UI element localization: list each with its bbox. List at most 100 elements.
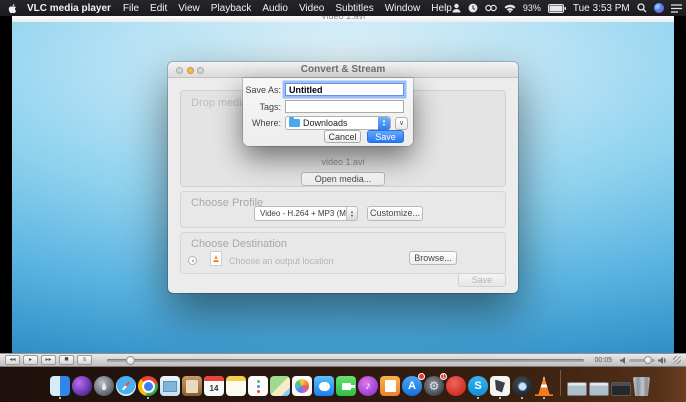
dock-item-finder[interactable]: [50, 376, 70, 399]
siri-icon[interactable]: [654, 3, 664, 13]
volume-knob[interactable]: [644, 356, 652, 364]
dock-item-photos[interactable]: [292, 376, 312, 399]
battery-icon[interactable]: [548, 4, 566, 13]
text-app-running-indicator: [499, 397, 501, 399]
preview-icon: [160, 376, 180, 396]
menu-view[interactable]: View: [178, 3, 200, 14]
dock-item-chrome[interactable]: [138, 376, 158, 399]
dock-item-window-2[interactable]: [589, 382, 609, 399]
tags-input[interactable]: [285, 100, 404, 113]
status-icons: 93% Tue 3:53 PM: [452, 3, 682, 14]
stop-button[interactable]: ■: [59, 355, 74, 365]
convert-window-title-bar[interactable]: Convert & Stream: [168, 62, 518, 78]
dock-item-vlc[interactable]: [534, 376, 554, 399]
forward-button[interactable]: ▸▸: [41, 355, 56, 365]
dock-item-steam[interactable]: [512, 376, 532, 399]
seek-knob[interactable]: [126, 356, 135, 365]
screen: VLC media player File Edit View Playback Aud…: [0, 0, 686, 402]
volume-slider[interactable]: [629, 359, 655, 362]
menu-bar-clock[interactable]: Tue 3:53 PM: [573, 3, 630, 14]
dock-item-text-app[interactable]: [490, 376, 510, 399]
dock-item-red-app[interactable]: [446, 376, 466, 399]
dock-item-itunes[interactable]: ♪: [358, 376, 378, 399]
volume-low-icon[interactable]: [620, 357, 626, 364]
close-button[interactable]: [176, 67, 183, 74]
dock-item-skype[interactable]: S: [468, 376, 488, 399]
seek-slider[interactable]: [107, 359, 584, 362]
dock-item-app-store[interactable]: A: [402, 376, 422, 399]
stepper-arrows-icon: ▲▼: [346, 207, 357, 220]
resize-grip[interactable]: [673, 356, 681, 364]
convert-save-button-disabled[interactable]: Save: [458, 273, 506, 287]
profile-dropdown-value: Video - H.264 + MP3 (MP4): [260, 209, 358, 218]
profile-dropdown[interactable]: Video - H.264 + MP3 (MP4) ▲▼: [254, 206, 358, 221]
dock-item-launchpad[interactable]: [94, 376, 114, 399]
play-button[interactable]: ▸: [23, 355, 38, 365]
system-preferences-icon: ⚙1: [424, 376, 444, 396]
dock-item-window-1[interactable]: [567, 382, 587, 399]
menu-window[interactable]: Window: [385, 3, 421, 14]
dock-item-window-3[interactable]: [611, 382, 631, 399]
expand-sheet-button[interactable]: ∨: [395, 117, 408, 130]
dock-item-facetime[interactable]: [336, 376, 356, 399]
save-button[interactable]: Save: [367, 130, 404, 143]
dock-item-maps[interactable]: [270, 376, 290, 399]
steam-running-indicator: [521, 397, 523, 399]
rewind-button[interactable]: ◂◂: [5, 355, 20, 365]
calendar-icon: 14: [204, 376, 224, 396]
zoom-button[interactable]: [197, 67, 204, 74]
safari-icon: [116, 376, 136, 396]
browse-button[interactable]: Browse...: [409, 251, 457, 265]
destination-radio[interactable]: [188, 256, 197, 265]
menu-file[interactable]: File: [123, 3, 139, 14]
vlc-running-indicator: [543, 397, 545, 399]
dock-item-ibooks[interactable]: [380, 376, 400, 399]
playlist-button[interactable]: ≡: [77, 355, 92, 365]
dock-item-notes[interactable]: [226, 376, 246, 399]
menu-help[interactable]: Help: [431, 3, 452, 14]
notification-center-icon[interactable]: [671, 4, 682, 13]
dock-item-preview[interactable]: [160, 376, 180, 399]
open-media-button[interactable]: Open media...: [301, 172, 385, 186]
apple-menu-icon[interactable]: [7, 3, 18, 14]
menu-playback[interactable]: Playback: [211, 3, 252, 14]
dock-item-messages[interactable]: [314, 376, 334, 399]
vlc-icon: [534, 376, 554, 396]
minimize-button[interactable]: [187, 67, 194, 74]
save-as-input[interactable]: [285, 83, 404, 96]
display-icon[interactable]: [485, 4, 497, 12]
dock-item-safari[interactable]: [116, 376, 136, 399]
active-app-name[interactable]: VLC media player: [27, 3, 111, 14]
menu-list: File Edit View Playback Audio Video Subtitles W…: [123, 3, 452, 14]
launchpad-icon: [94, 376, 114, 396]
dock-item-calendar[interactable]: 14: [204, 376, 224, 399]
cancel-button[interactable]: Cancel: [324, 130, 361, 143]
where-dropdown[interactable]: Downloads ▲▼: [285, 116, 391, 130]
siri-icon: [72, 376, 92, 396]
itunes-icon: ♪: [358, 376, 378, 396]
spotlight-search-icon[interactable]: [637, 3, 647, 13]
dock-item-trash[interactable]: [633, 377, 650, 399]
text-app-icon: [490, 376, 510, 396]
reminders-icon: [248, 376, 268, 396]
battery-percentage[interactable]: 93%: [523, 3, 541, 13]
wifi-icon[interactable]: [504, 4, 516, 13]
menu-subtitles[interactable]: Subtitles: [335, 3, 373, 14]
menu-video[interactable]: Video: [299, 3, 324, 14]
sync-icon[interactable]: [468, 3, 478, 13]
menu-edit[interactable]: Edit: [150, 3, 167, 14]
trash-icon: [633, 377, 650, 396]
menu-bar: VLC media player File Edit View Playback Aud…: [0, 0, 686, 16]
dock-item-reminders[interactable]: [248, 376, 268, 399]
skype-running-indicator: [477, 397, 479, 399]
volume-high-icon[interactable]: [658, 357, 667, 364]
dock-item-contacts[interactable]: [182, 376, 202, 399]
customize-button[interactable]: Customize...: [367, 206, 423, 221]
dock-item-siri[interactable]: [72, 376, 92, 399]
window-2-icon: [589, 382, 609, 396]
user-icon[interactable]: [452, 3, 461, 13]
menu-audio[interactable]: Audio: [262, 3, 288, 14]
window-1-icon: [567, 382, 587, 396]
dock-items: 14 ♪ A⚙1 S: [50, 370, 650, 399]
dock-item-system-preferences[interactable]: ⚙1: [424, 376, 444, 399]
